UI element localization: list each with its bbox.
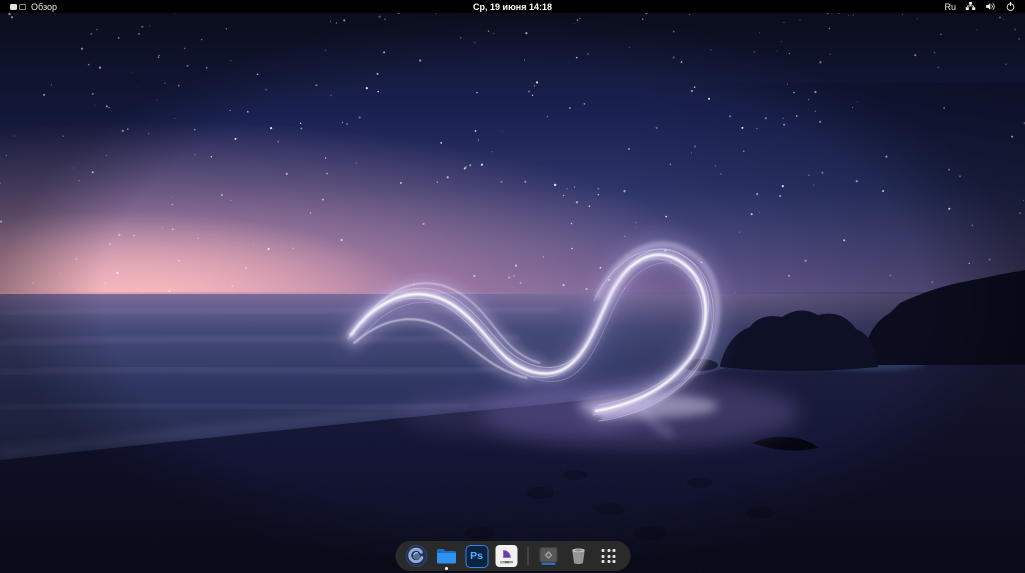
dock-app-files[interactable] [433,543,460,570]
activities-button[interactable]: Обзор [5,0,62,13]
network-wired-icon [965,1,976,12]
top-bar: Обзор Ср, 19 июня 14:18 Ru [0,0,1025,13]
quick-settings-button[interactable]: Ru [940,0,1020,13]
keyboard-layout-indicator: Ru [944,2,956,12]
trash-icon [567,544,591,568]
desktop-wallpaper[interactable] [0,13,1025,573]
vignette [0,13,1025,573]
running-indicator [445,567,448,570]
purple-graphics-app-icon [496,545,518,567]
dock-trash[interactable] [565,543,592,570]
dock-app-graphics[interactable] [493,543,520,570]
dock-show-apps[interactable] [595,543,622,570]
dock: Ps [395,541,630,571]
workspace-indicator-icon [10,4,26,10]
show-apps-icon [602,549,616,563]
power-icon [1005,1,1016,12]
activities-label: Обзор [31,2,57,12]
dock-app-photoshop[interactable]: Ps [463,543,490,570]
dock-separator [527,547,528,565]
volume-icon [985,1,996,12]
clock-button[interactable]: Ср, 19 июня 14:18 [467,0,558,13]
dock-app-browser[interactable] [403,543,430,570]
dock-app-boxes[interactable] [535,543,562,570]
files-folder-icon [435,544,459,568]
browser-icon [405,544,429,568]
desktop: Обзор Ср, 19 июня 14:18 Ru [0,0,1025,573]
boxes-app-icon [537,544,561,568]
photoshop-icon: Ps [465,545,488,568]
